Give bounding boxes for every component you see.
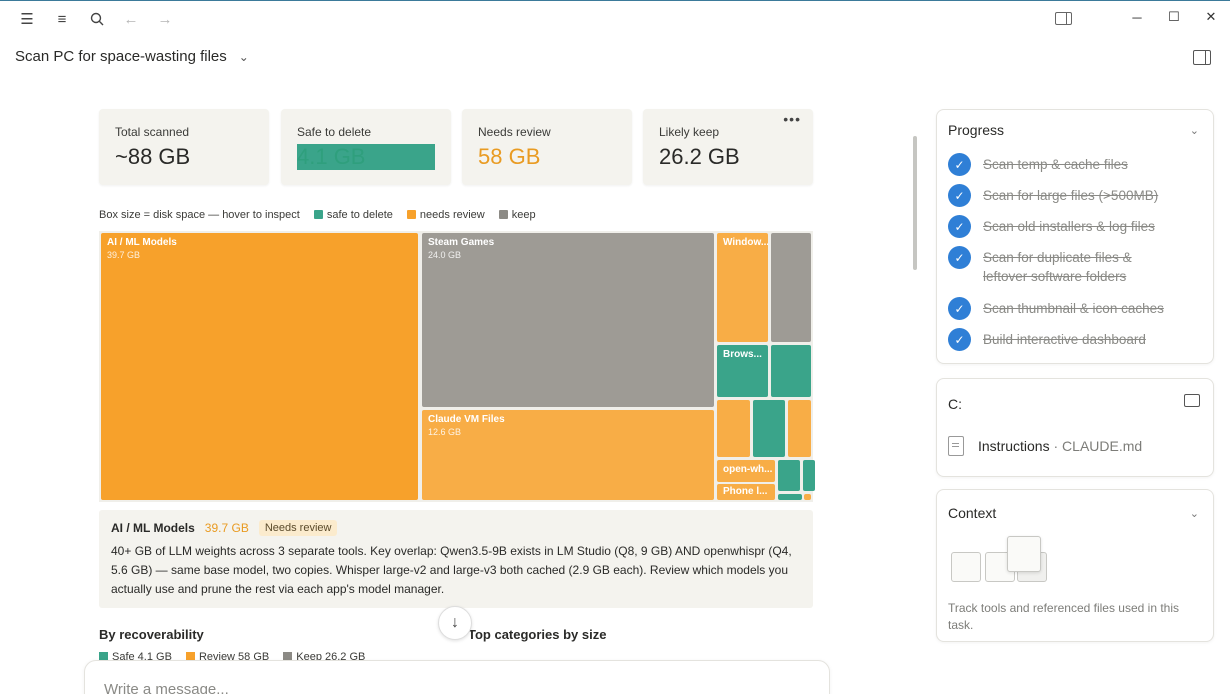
context-description: Track tools and referenced files used in… (948, 601, 1180, 632)
detail-name: AI / ML Models (111, 521, 195, 535)
tile-safe-small-5[interactable] (778, 494, 802, 500)
progress-step: ✓ Scan old installers & log files (948, 215, 1155, 238)
search-icon[interactable] (87, 9, 107, 29)
stat-label: Likely keep (659, 125, 720, 139)
forward-arrow-icon[interactable]: → (155, 9, 175, 29)
title-bar: ☰ ≡ ← → ─ ☐ ✕ (0, 0, 1230, 36)
arrow-down-icon: ↓ (451, 614, 459, 631)
tile-review-small-2[interactable] (788, 400, 811, 457)
tile-phone[interactable]: Phone l... (717, 484, 775, 500)
tile-safe-small-3[interactable] (778, 460, 800, 491)
treemap: AI / ML Models 39.7 GB Steam Games 24.0 … (99, 231, 815, 502)
progress-title: Progress (948, 122, 1005, 138)
chevron-down-icon: ⌄ (238, 49, 249, 64)
tile-steam-games[interactable]: Steam Games 24.0 GB (422, 233, 714, 407)
stat-value: 58 GB (478, 144, 541, 169)
chevron-down-icon[interactable]: ⌄ (1190, 507, 1199, 520)
sidebar-list-icon[interactable]: ≡ (52, 9, 72, 29)
stat-value: 4.1 GB (297, 144, 435, 170)
tile-ai-ml-models[interactable]: AI / ML Models 39.7 GB (101, 233, 418, 500)
chevron-down-icon[interactable]: ⌄ (1190, 124, 1199, 137)
progress-step: ✓ Build interactive dashboard (948, 328, 1146, 351)
file-icon (948, 436, 964, 456)
toggle-side-panel-icon[interactable] (1193, 50, 1211, 65)
legend-review: needs review (406, 209, 485, 221)
stat-label: Safe to delete (297, 125, 372, 139)
message-composer (84, 660, 830, 694)
stat-label: Needs review (478, 125, 551, 139)
drive-card: C: Instructions · CLAUDE.md (936, 378, 1214, 477)
tile-review-small-1[interactable] (717, 400, 750, 457)
menu-icon[interactable]: ☰ (17, 9, 37, 29)
check-icon: ✓ (948, 153, 971, 176)
detail-size: 39.7 GB (204, 521, 249, 535)
stat-value: ~88 GB (115, 144, 191, 169)
legend-keep: keep (498, 209, 536, 221)
tile-windows[interactable]: Window... (717, 233, 768, 342)
tile-safe-small-1[interactable] (771, 345, 811, 397)
minimize-icon[interactable]: ─ (1126, 7, 1148, 27)
message-input[interactable] (104, 681, 810, 694)
progress-step: ✓ Scan temp & cache files (948, 153, 1128, 176)
check-icon: ✓ (948, 184, 971, 207)
tile-review-small-3[interactable] (804, 494, 811, 500)
detail-description: 40+ GB of LLM weights across 3 separate … (111, 544, 792, 596)
progress-step: ✓ Scan thumbnail & icon caches (948, 297, 1164, 320)
stat-safe-to-delete: Safe to delete 4.1 GB (281, 109, 451, 185)
tile-safe-small-2[interactable] (753, 400, 785, 457)
check-icon: ✓ (948, 297, 971, 320)
folder-icon[interactable] (1184, 394, 1200, 407)
tile-claude-vm-files[interactable]: Claude VM Files 12.6 GB (422, 410, 714, 500)
back-arrow-icon[interactable]: ← (121, 9, 141, 29)
stat-total-scanned: Total scanned ~88 GB (99, 109, 269, 185)
section-title-recoverability: By recoverability (99, 627, 204, 642)
tile-browser[interactable]: Brows... (717, 345, 768, 397)
legend-safe: safe to delete (313, 209, 393, 221)
check-icon: ✓ (948, 328, 971, 351)
scroll-down-button[interactable]: ↓ (438, 606, 472, 640)
treemap-legend: Box size = disk space — hover to inspect… (99, 209, 536, 221)
tile-keep-small-1[interactable] (771, 233, 811, 342)
panel-layout-icon[interactable] (1055, 12, 1072, 25)
tile-openwhispr[interactable]: open-wh... (717, 460, 775, 482)
stat-label: Total scanned (115, 125, 190, 139)
context-title: Context (948, 505, 997, 521)
scrollbar[interactable] (913, 136, 917, 270)
progress-card: Progress ⌄ ✓ Scan temp & cache files ✓ S… (936, 109, 1214, 364)
stat-likely-keep: Likely keep 26.2 GB ••• (643, 109, 813, 185)
category-detail-panel: AI / ML Models 39.7 GB Needs review 40+ … (99, 510, 813, 608)
stat-needs-review: Needs review 58 GB (462, 109, 632, 185)
section-title-top-categories: Top categories by size (468, 627, 607, 642)
status-badge: Needs review (258, 520, 338, 536)
drive-title: C: (948, 396, 962, 412)
task-title-dropdown[interactable]: Scan PC for space-wasting files ⌄ (15, 48, 249, 65)
check-icon: ✓ (948, 246, 971, 269)
progress-step: ✓ Scan for large files (>500MB) (948, 184, 1158, 207)
task-title: Scan PC for space-wasting files (15, 48, 227, 65)
more-options-icon[interactable]: ••• (783, 111, 801, 127)
progress-step: ✓ Scan for duplicate files & leftover so… (948, 246, 1168, 286)
tile-safe-small-4[interactable] (803, 460, 815, 491)
context-illustration-icon (951, 534, 1051, 588)
file-item-claude-md[interactable]: Instructions · CLAUDE.md (948, 436, 1142, 456)
legend-hint: Box size = disk space — hover to inspect (99, 209, 300, 221)
close-icon[interactable]: ✕ (1200, 7, 1222, 27)
stat-value: 26.2 GB (659, 144, 740, 169)
context-card: Context ⌄ Track tools and referenced fil… (936, 489, 1214, 642)
maximize-icon[interactable]: ☐ (1163, 7, 1185, 27)
file-label: Instructions (978, 438, 1050, 454)
file-name: CLAUDE.md (1062, 438, 1143, 454)
check-icon: ✓ (948, 215, 971, 238)
